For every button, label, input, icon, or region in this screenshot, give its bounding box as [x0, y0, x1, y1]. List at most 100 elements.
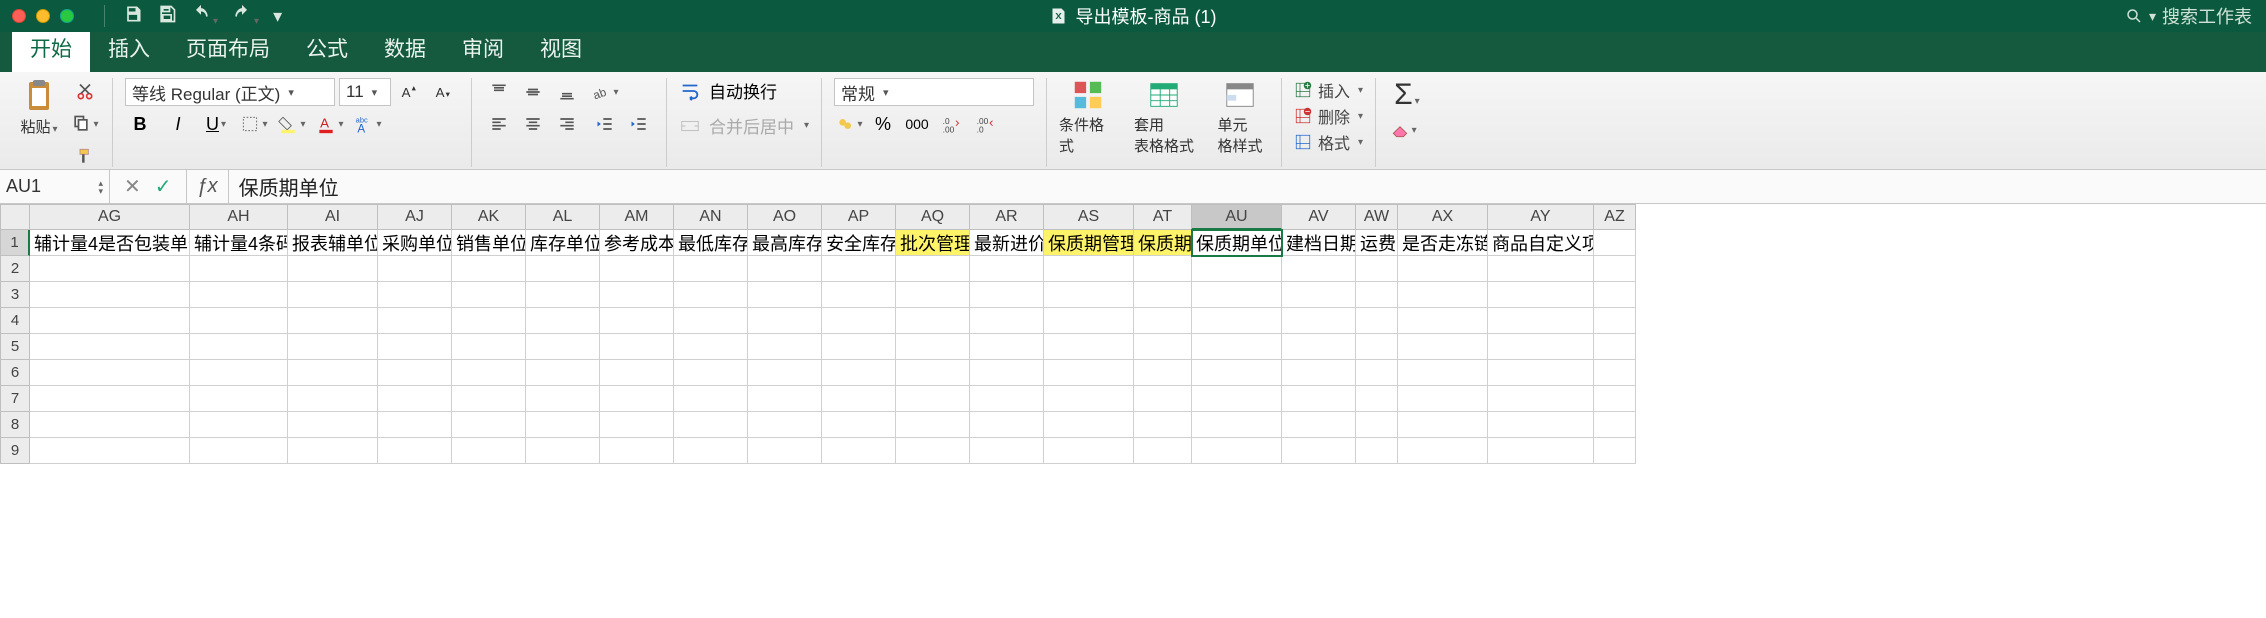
cell[interactable] [1488, 256, 1594, 282]
tab-layout[interactable]: 页面布局 [168, 25, 288, 72]
cell[interactable]: 辅计量4条码 [190, 230, 288, 256]
cell[interactable] [1356, 386, 1398, 412]
cell[interactable] [1398, 360, 1488, 386]
column-header[interactable]: AS [1044, 204, 1134, 230]
cell[interactable] [600, 256, 674, 282]
comma-icon[interactable]: 000 [902, 110, 932, 138]
cell[interactable] [748, 386, 822, 412]
cell[interactable] [748, 412, 822, 438]
cell[interactable] [452, 334, 526, 360]
tab-data[interactable]: 数据 [366, 25, 444, 72]
column-header[interactable]: AV [1282, 204, 1356, 230]
cell[interactable] [1356, 256, 1398, 282]
tab-home[interactable]: 开始 [12, 25, 90, 72]
cell[interactable]: 安全库存 [822, 230, 896, 256]
cell[interactable] [896, 282, 970, 308]
cell[interactable] [1594, 334, 1636, 360]
row-header[interactable]: 2 [0, 256, 30, 282]
border-icon[interactable] [239, 110, 269, 138]
row-header[interactable]: 6 [0, 360, 30, 386]
cell[interactable] [1192, 412, 1282, 438]
cell[interactable] [378, 334, 452, 360]
zoom-window[interactable] [60, 9, 74, 23]
undo-icon[interactable] [191, 4, 218, 29]
cell[interactable] [600, 386, 674, 412]
cell[interactable] [1398, 308, 1488, 334]
tab-view[interactable]: 视图 [522, 25, 600, 72]
fx-icon[interactable]: ƒx [187, 170, 229, 203]
number-format-select[interactable]: 常规 [834, 78, 1034, 106]
cell[interactable] [526, 412, 600, 438]
row-header[interactable]: 4 [0, 308, 30, 334]
cell[interactable] [970, 308, 1044, 334]
cell[interactable] [378, 256, 452, 282]
row-header[interactable]: 1 [0, 230, 30, 256]
cell[interactable] [1356, 308, 1398, 334]
cell[interactable] [1044, 334, 1134, 360]
cell[interactable] [1356, 412, 1398, 438]
underline-icon[interactable]: U [201, 110, 231, 138]
column-header[interactable]: AJ [378, 204, 452, 230]
cell[interactable] [190, 334, 288, 360]
cell[interactable] [1594, 282, 1636, 308]
cell[interactable] [1282, 438, 1356, 464]
tab-formulas[interactable]: 公式 [288, 25, 366, 72]
cell[interactable] [748, 256, 822, 282]
cell[interactable] [970, 334, 1044, 360]
cell[interactable] [378, 282, 452, 308]
cell[interactable] [1134, 282, 1192, 308]
cell[interactable] [748, 308, 822, 334]
decrease-font-icon[interactable]: A▾ [429, 78, 459, 106]
cell[interactable] [674, 308, 748, 334]
cell[interactable] [30, 282, 190, 308]
cell[interactable] [896, 256, 970, 282]
cell[interactable] [452, 412, 526, 438]
cell[interactable]: 最低库存 [674, 230, 748, 256]
cell[interactable] [1356, 282, 1398, 308]
redo-icon[interactable] [232, 4, 259, 29]
sheet-search[interactable]: ▾ 搜索工作表 [2125, 3, 2252, 29]
paste-button[interactable]: 粘贴 [16, 78, 62, 137]
cell[interactable] [970, 360, 1044, 386]
cell[interactable] [288, 256, 378, 282]
delete-cells-button[interactable]: 删除 [1294, 104, 1363, 128]
cell[interactable] [748, 360, 822, 386]
cell[interactable] [1398, 438, 1488, 464]
cell[interactable] [970, 256, 1044, 282]
cell-styles-button[interactable]: 单元 格样式 [1211, 78, 1269, 156]
row-header[interactable]: 3 [0, 282, 30, 308]
row-header[interactable]: 7 [0, 386, 30, 412]
minimize-window[interactable] [36, 9, 50, 23]
cell[interactable]: 采购单位 [378, 230, 452, 256]
column-header[interactable]: AG [30, 204, 190, 230]
cell[interactable] [526, 438, 600, 464]
cell[interactable] [1192, 438, 1282, 464]
cut-icon[interactable] [70, 78, 100, 106]
font-size-select[interactable]: 11 [339, 78, 391, 106]
cell[interactable] [288, 438, 378, 464]
cell[interactable] [1356, 438, 1398, 464]
cell[interactable]: 商品自定义项 [1488, 230, 1594, 256]
cell[interactable]: 库存单位 [526, 230, 600, 256]
cell[interactable] [822, 438, 896, 464]
cell[interactable] [1192, 282, 1282, 308]
cell[interactable] [526, 308, 600, 334]
cell[interactable] [1044, 282, 1134, 308]
cell[interactable] [452, 282, 526, 308]
row-header[interactable]: 9 [0, 438, 30, 464]
cell[interactable]: 保质期 [1134, 230, 1192, 256]
cell[interactable] [1134, 256, 1192, 282]
cell[interactable] [378, 308, 452, 334]
cell[interactable]: 批次管理 [896, 230, 970, 256]
cell[interactable] [288, 334, 378, 360]
row-header[interactable]: 5 [0, 334, 30, 360]
cell[interactable] [190, 412, 288, 438]
column-header[interactable]: AQ [896, 204, 970, 230]
merge-center-button[interactable]: 合并后居中 [679, 113, 809, 138]
cell[interactable] [1398, 282, 1488, 308]
align-bottom-icon[interactable] [552, 78, 582, 106]
cell[interactable] [600, 412, 674, 438]
decrease-indent-icon[interactable] [590, 110, 620, 138]
cell[interactable] [288, 412, 378, 438]
cell[interactable] [674, 438, 748, 464]
